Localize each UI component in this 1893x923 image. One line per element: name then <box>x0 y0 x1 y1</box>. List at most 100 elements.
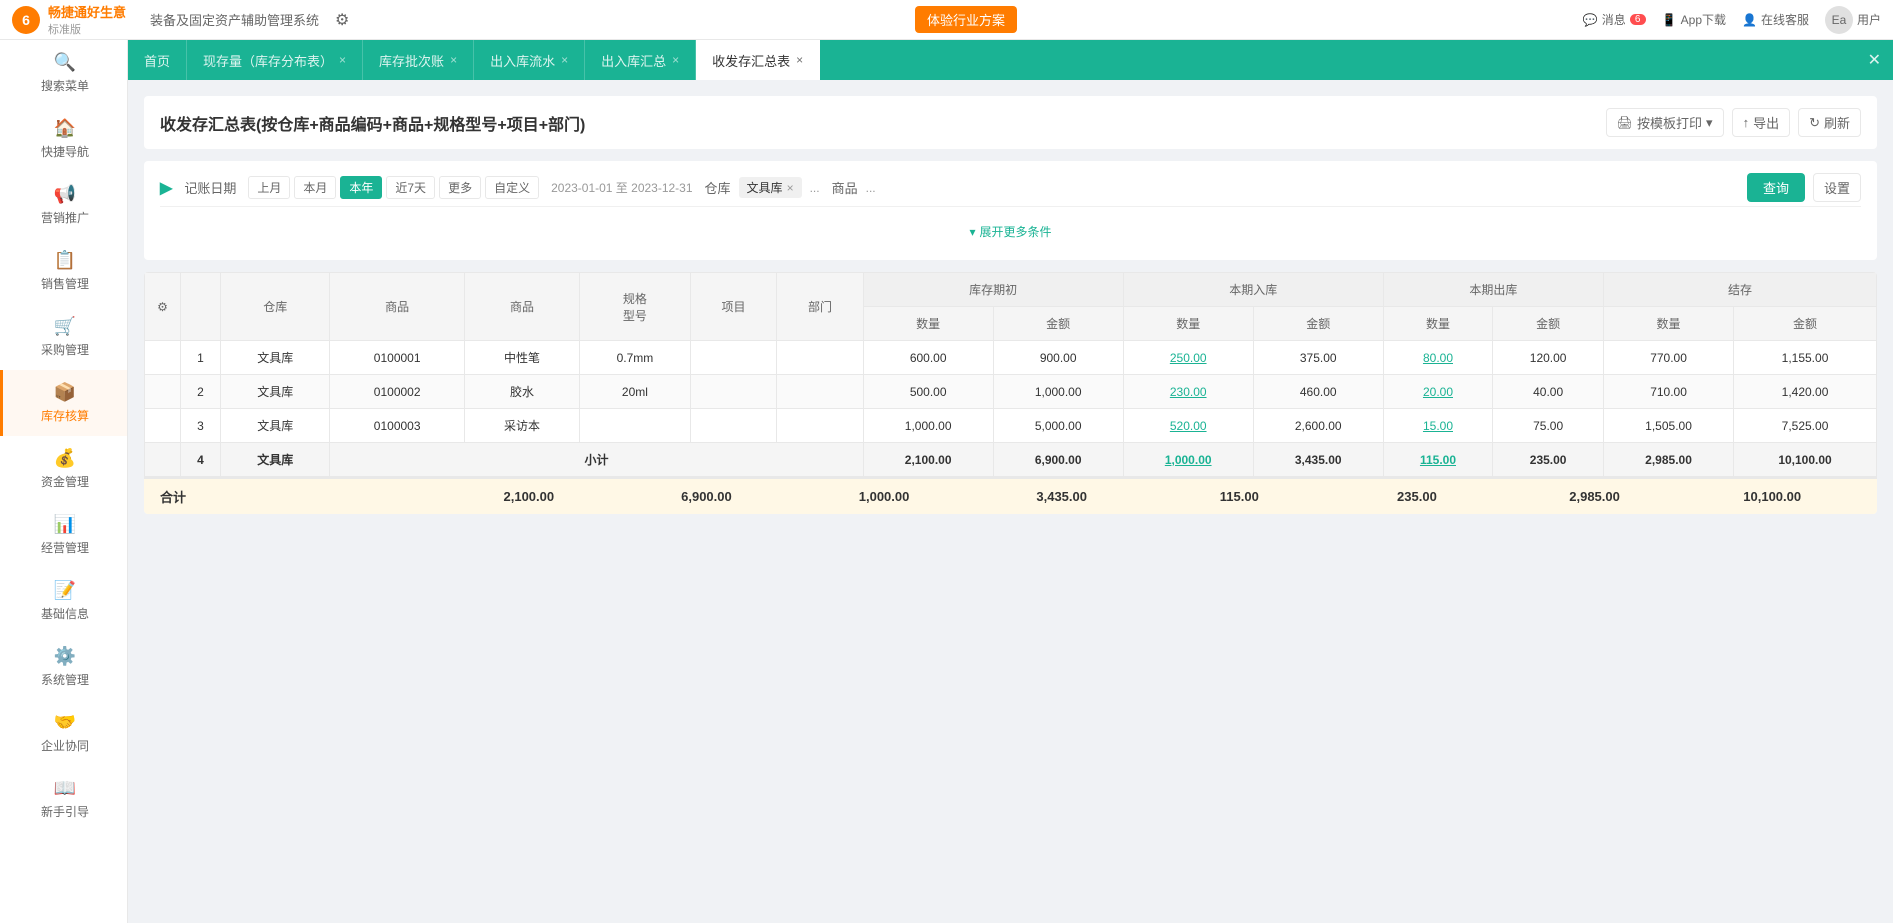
cell-out-qty[interactable]: 80.00 <box>1383 341 1493 375</box>
cell-warehouse: 文具库 <box>221 375 330 409</box>
tab-close-batch[interactable]: × <box>450 53 457 67</box>
product-more[interactable]: ... <box>866 181 876 195</box>
cell-bal-amt: 1,420.00 <box>1734 375 1877 409</box>
tab-close-flow[interactable]: × <box>561 53 568 67</box>
date-custom-btn[interactable]: 自定义 <box>485 176 539 199</box>
cell-bal-qty: 770.00 <box>1604 341 1734 375</box>
th-bal-amt: 金额 <box>1734 307 1877 341</box>
close-all-tabs-button[interactable]: ✕ <box>1868 50 1881 70</box>
th-open-amt: 金额 <box>993 307 1123 341</box>
sidebar-item-marketing[interactable]: 📢 营销推广 <box>0 172 127 238</box>
export-button[interactable]: ↑ 导出 <box>1732 108 1791 137</box>
th-out-amt: 金额 <box>1493 307 1604 341</box>
date-this-year-btn[interactable]: 本年 <box>340 176 382 199</box>
th-dept: 部门 <box>777 273 863 341</box>
th-warehouse: 仓库 <box>221 273 330 341</box>
tab-close-collect[interactable]: × <box>796 53 803 67</box>
filter-bar: ▶ 记账日期 上月 本月 本年 近7天 更多 自定义 2023-01-01 至 … <box>144 161 1877 260</box>
online-service-button[interactable]: 👤 在线客服 <box>1742 11 1809 28</box>
tab-batch[interactable]: 库存批次账 × <box>363 40 474 80</box>
table-row: 3 文具库 0100003 采访本 1,000.00 5,000.00 520.… <box>145 409 1877 443</box>
sidebar-item-operation[interactable]: 📊 经营管理 <box>0 502 127 568</box>
cell-project <box>690 375 776 409</box>
cell-dept <box>777 409 863 443</box>
tab-close-inventory-dist[interactable]: × <box>339 53 346 67</box>
sidebar-item-quick[interactable]: 🏠 快捷导航 <box>0 106 127 172</box>
sidebar-item-guide[interactable]: 📖 新手引导 <box>0 766 127 832</box>
data-table: ⚙ 仓库 商品 商品 规格型号 项目 部门 库存期初 本期入库 本期出库 结存 <box>144 272 1877 514</box>
message-button[interactable]: 💬 消息 6 <box>1583 11 1646 28</box>
th-spec: 规格型号 <box>580 273 691 341</box>
tab-summary[interactable]: 出入库汇总 × <box>585 40 696 80</box>
cell-in-amt: 375.00 <box>1253 341 1383 375</box>
tab-bar: 首页 现存量（库存分布表） × 库存批次账 × 出入库流水 × 出入库汇总 × … <box>128 40 1893 80</box>
date-last-month-btn[interactable]: 上月 <box>248 176 290 199</box>
user-menu[interactable]: Ea 用户 <box>1825 6 1881 34</box>
tab-flow[interactable]: 出入库流水 × <box>474 40 585 80</box>
date-this-month-btn[interactable]: 本月 <box>294 176 336 199</box>
cell-project <box>690 341 776 375</box>
sidebar-item-base[interactable]: 📝 基础信息 <box>0 568 127 634</box>
sidebar-item-inventory[interactable]: 📦 库存核算 <box>0 370 127 436</box>
app-download-button[interactable]: 📱 App下载 <box>1662 11 1726 28</box>
cell-code: 0100003 <box>330 409 464 443</box>
footer-open-amt: 6,900.00 <box>666 489 746 504</box>
sidebar-item-finance[interactable]: 💰 资金管理 <box>0 436 127 502</box>
sidebar-item-system[interactable]: ⚙️ 系统管理 <box>0 634 127 700</box>
base-icon: 📝 <box>54 580 76 601</box>
filter-settings-button[interactable]: 设置 <box>1813 173 1861 202</box>
sidebar-item-sales[interactable]: 📋 销售管理 <box>0 238 127 304</box>
cell-in-qty[interactable]: 250.00 <box>1123 341 1253 375</box>
cell-out-qty[interactable]: 15.00 <box>1383 409 1493 443</box>
sidebar-item-purchase[interactable]: 🛒 采购管理 <box>0 304 127 370</box>
try-plan-button[interactable]: 体验行业方案 <box>915 6 1017 33</box>
inventory-icon: 📦 <box>54 382 76 403</box>
warehouse-tag-close[interactable]: × <box>787 181 794 195</box>
product-filter-section: 商品 ... <box>832 178 876 197</box>
cell-bal-amt: 7,525.00 <box>1734 409 1877 443</box>
cell-dept <box>777 341 863 375</box>
footer-bal-qty: 2,985.00 <box>1555 489 1635 504</box>
system-title: 装备及固定资产辅助管理系统 <box>150 10 319 29</box>
expand-more-btn[interactable]: ▾ 展开更多条件 <box>969 223 1051 240</box>
cell-code: 0100001 <box>330 341 464 375</box>
tab-close-summary[interactable]: × <box>672 53 679 67</box>
footer-in-qty: 1,000.00 <box>844 489 924 504</box>
cell-in-qty[interactable]: 520.00 <box>1123 409 1253 443</box>
cell-warehouse: 文具库 <box>221 409 330 443</box>
query-button[interactable]: 查询 <box>1747 173 1805 202</box>
cell-in-amt: 460.00 <box>1253 375 1383 409</box>
tab-home[interactable]: 首页 <box>128 40 187 80</box>
th-open-qty: 数量 <box>863 307 993 341</box>
chevron-down-expand-icon: ▾ <box>969 225 975 239</box>
date-7days-btn[interactable]: 近7天 <box>386 176 435 199</box>
cell-out-amt: 40.00 <box>1493 375 1604 409</box>
cell-in-qty[interactable]: 230.00 <box>1123 375 1253 409</box>
tab-inventory-dist[interactable]: 现存量（库存分布表） × <box>187 40 363 80</box>
sidebar-item-search[interactable]: 🔍 搜索菜单 <box>0 40 127 106</box>
refresh-button[interactable]: ↻ 刷新 <box>1798 108 1861 137</box>
filter-expand-arrow[interactable]: ▶ <box>160 178 172 198</box>
th-settings[interactable]: ⚙ <box>145 273 181 341</box>
tab-collect-summary[interactable]: 收发存汇总表 × <box>696 40 820 80</box>
expand-conditions: ▾ 展开更多条件 <box>160 206 1861 248</box>
cell-out-qty[interactable]: 20.00 <box>1383 375 1493 409</box>
settings-gear-icon[interactable]: ⚙ <box>335 10 349 30</box>
table-row: 1 文具库 0100001 中性笔 0.7mm 600.00 900.00 25… <box>145 341 1877 375</box>
message-icon: 💬 <box>1583 13 1598 27</box>
date-more-btn[interactable]: 更多 <box>439 176 481 199</box>
cell-warehouse: 文具库 <box>221 341 330 375</box>
print-button[interactable]: 🖨 按模板打印 ▾ <box>1606 108 1724 137</box>
cell-open-qty: 500.00 <box>863 375 993 409</box>
page-title-bar: 收发存汇总表(按仓库+商品编码+商品+规格型号+项目+部门) 🖨 按模板打印 ▾… <box>144 96 1877 149</box>
page-container: 收发存汇总表(按仓库+商品编码+商品+规格型号+项目+部门) 🖨 按模板打印 ▾… <box>128 80 1893 923</box>
cell-spec <box>580 409 691 443</box>
date-range-display: 2023-01-01 至 2023-12-31 <box>551 179 692 196</box>
message-badge: 6 <box>1630 14 1646 25</box>
chevron-down-icon: ▾ <box>1706 115 1713 131</box>
warehouse-more[interactable]: ... <box>810 181 820 195</box>
th-out-qty: 数量 <box>1383 307 1493 341</box>
main-wrapper: 🔍 搜索菜单 🏠 快捷导航 📢 营销推广 📋 销售管理 🛒 采购管理 📦 库存核… <box>0 40 1893 923</box>
sidebar-item-collab[interactable]: 🤝 企业协同 <box>0 700 127 766</box>
header-right: 💬 消息 6 📱 App下载 👤 在线客服 Ea 用户 <box>1583 6 1881 34</box>
